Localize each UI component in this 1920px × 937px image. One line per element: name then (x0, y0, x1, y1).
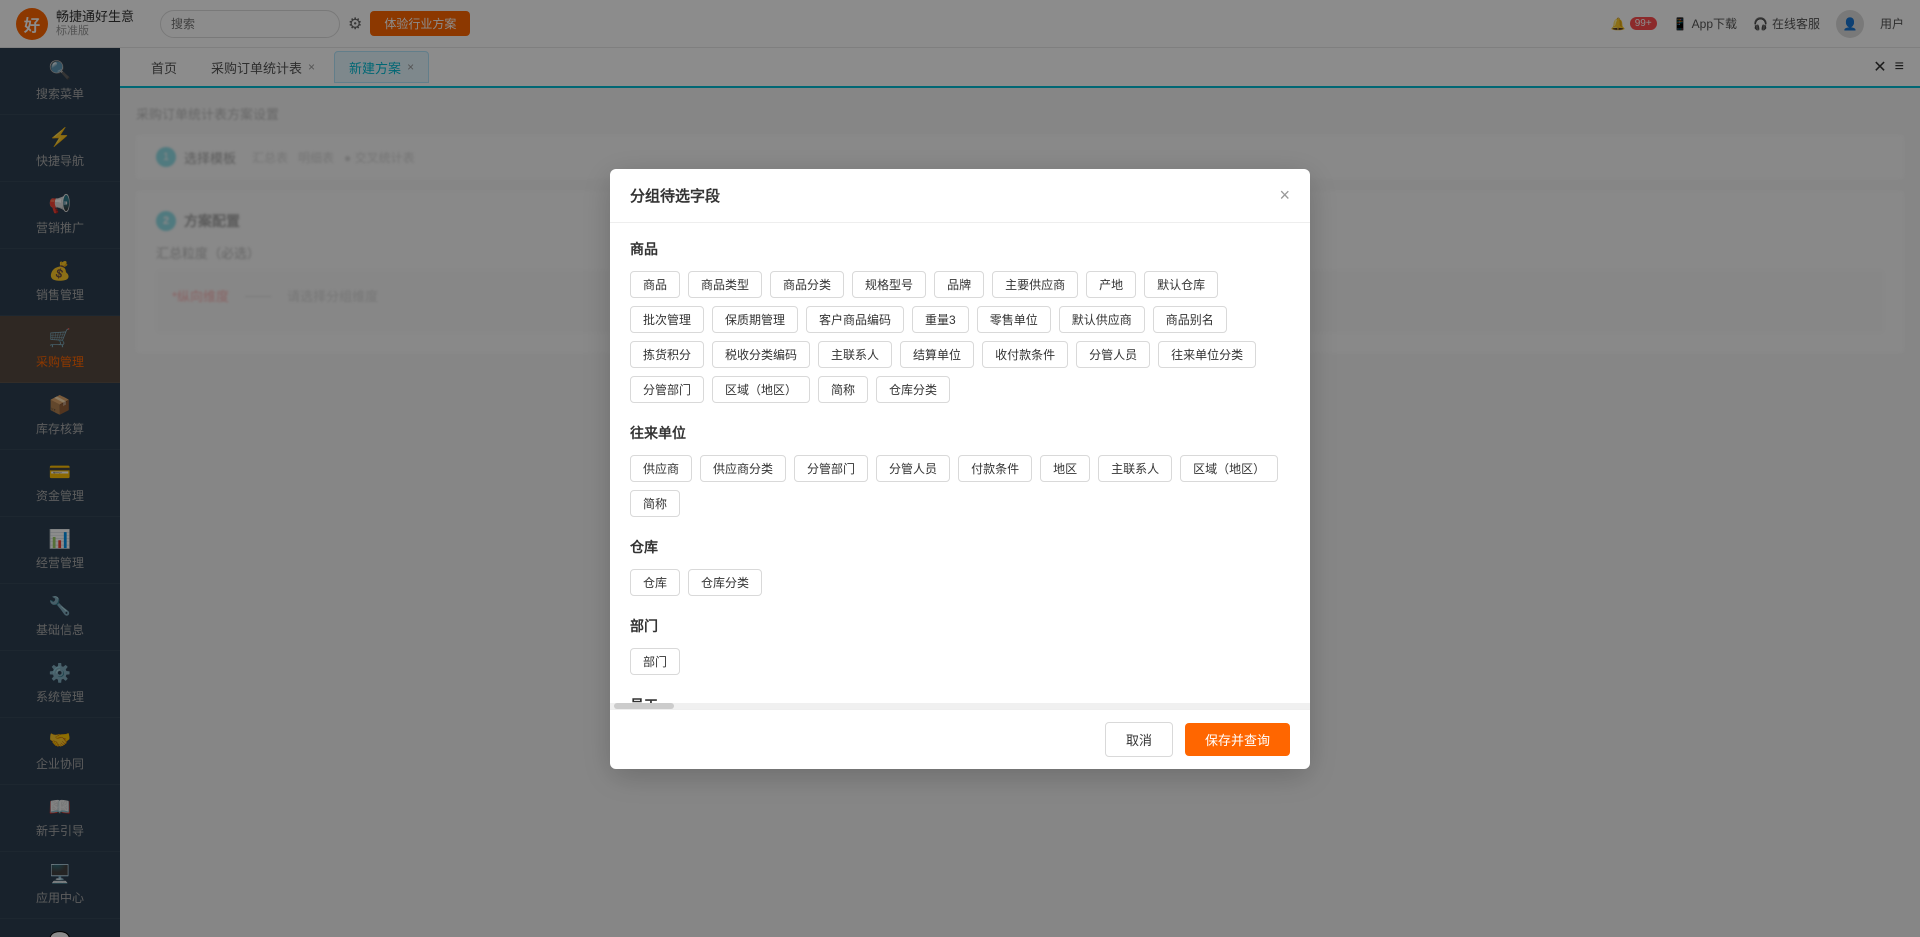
field-tag-batch-mgmt[interactable]: 批次管理 (630, 306, 704, 333)
field-tag-tax-code[interactable]: 税收分类编码 (712, 341, 810, 368)
field-tag-supervisor-cp[interactable]: 分管人员 (876, 455, 950, 482)
modal-body[interactable]: 商品 商品 商品类型 商品分类 规格型号 品牌 主要供应商 产地 默认仓库 批次… (610, 223, 1310, 703)
field-tag-warehouse[interactable]: 仓库 (630, 569, 680, 596)
field-tag-default-warehouse[interactable]: 默认仓库 (1144, 271, 1218, 298)
field-tag-dept-cp[interactable]: 分管部门 (794, 455, 868, 482)
counterpart-fields: 供应商 供应商分类 分管部门 分管人员 付款条件 地区 主联系人 区域（地区） … (630, 455, 1290, 517)
field-tag-dept[interactable]: 部门 (630, 648, 680, 675)
field-tag-main-contact-cp[interactable]: 主联系人 (1098, 455, 1172, 482)
section-dept-title: 部门 (630, 616, 1290, 636)
cancel-button[interactable]: 取消 (1105, 722, 1173, 757)
save-query-button[interactable]: 保存并查询 (1185, 723, 1290, 756)
section-counterpart: 往来单位 供应商 供应商分类 分管部门 分管人员 付款条件 地区 主联系人 区域… (630, 423, 1290, 517)
field-tag-product-alias[interactable]: 商品别名 (1153, 306, 1227, 333)
field-tag-supervisor[interactable]: 分管人员 (1076, 341, 1150, 368)
modal-dialog: 分组待选字段 × 商品 商品 商品类型 商品分类 规格型号 品牌 主要供应商 产… (610, 169, 1310, 769)
section-warehouse: 仓库 仓库 仓库分类 (630, 537, 1290, 596)
field-tag-customer-code[interactable]: 客户商品编码 (806, 306, 904, 333)
field-tag-origin[interactable]: 产地 (1086, 271, 1136, 298)
section-employee-title: 员工 (630, 695, 1290, 703)
field-tag-product-category[interactable]: 商品分类 (770, 271, 844, 298)
field-tag-main-supplier[interactable]: 主要供应商 (992, 271, 1078, 298)
field-tag-main-contact[interactable]: 主联系人 (818, 341, 892, 368)
field-tag-product[interactable]: 商品 (630, 271, 680, 298)
field-tag-product-type[interactable]: 商品类型 (688, 271, 762, 298)
field-tag-weight3[interactable]: 重量3 (912, 306, 969, 333)
modal-title: 分组待选字段 (630, 185, 720, 206)
field-tag-abbr-cp[interactable]: 简称 (630, 490, 680, 517)
field-tag-retail-unit[interactable]: 零售单位 (977, 306, 1051, 333)
field-tag-settlement-unit[interactable]: 结算单位 (900, 341, 974, 368)
field-tag-default-supplier[interactable]: 默认供应商 (1059, 306, 1145, 333)
warehouse-fields: 仓库 仓库分类 (630, 569, 1290, 596)
field-tag-counterpart-category[interactable]: 往来单位分类 (1158, 341, 1256, 368)
field-tag-abbr-product[interactable]: 简称 (818, 376, 868, 403)
modal-overlay: 分组待选字段 × 商品 商品 商品类型 商品分类 规格型号 品牌 主要供应商 产… (0, 0, 1920, 937)
dept-fields: 部门 (630, 648, 1290, 675)
field-tag-region-cp[interactable]: 区域（地区） (1180, 455, 1278, 482)
section-employee: 员工 业务员 (630, 695, 1290, 703)
section-dept: 部门 部门 (630, 616, 1290, 675)
field-tag-region-product[interactable]: 区域（地区） (712, 376, 810, 403)
field-tag-dept-in-charge[interactable]: 分管部门 (630, 376, 704, 403)
field-tag-warehouse-cat[interactable]: 仓库分类 (688, 569, 762, 596)
product-fields: 商品 商品类型 商品分类 规格型号 品牌 主要供应商 产地 默认仓库 批次管理 … (630, 271, 1290, 403)
field-tag-payment-cond[interactable]: 付款条件 (958, 455, 1032, 482)
field-tag-supplier-category[interactable]: 供应商分类 (700, 455, 786, 482)
field-tag-pick-points[interactable]: 拣货积分 (630, 341, 704, 368)
field-tag-expiry-mgmt[interactable]: 保质期管理 (712, 306, 798, 333)
section-product: 商品 商品 商品类型 商品分类 规格型号 品牌 主要供应商 产地 默认仓库 批次… (630, 239, 1290, 403)
field-tag-warehouse-category[interactable]: 仓库分类 (876, 376, 950, 403)
field-tag-brand[interactable]: 品牌 (934, 271, 984, 298)
section-counterpart-title: 往来单位 (630, 423, 1290, 443)
modal-footer: 取消 保存并查询 (610, 709, 1310, 769)
field-tag-area[interactable]: 地区 (1040, 455, 1090, 482)
section-warehouse-title: 仓库 (630, 537, 1290, 557)
modal-header: 分组待选字段 × (610, 169, 1310, 223)
modal-close-button[interactable]: × (1279, 185, 1290, 206)
section-product-title: 商品 (630, 239, 1290, 259)
field-tag-supplier[interactable]: 供应商 (630, 455, 692, 482)
field-tag-spec-model[interactable]: 规格型号 (852, 271, 926, 298)
field-tag-payment-terms[interactable]: 收付款条件 (982, 341, 1068, 368)
